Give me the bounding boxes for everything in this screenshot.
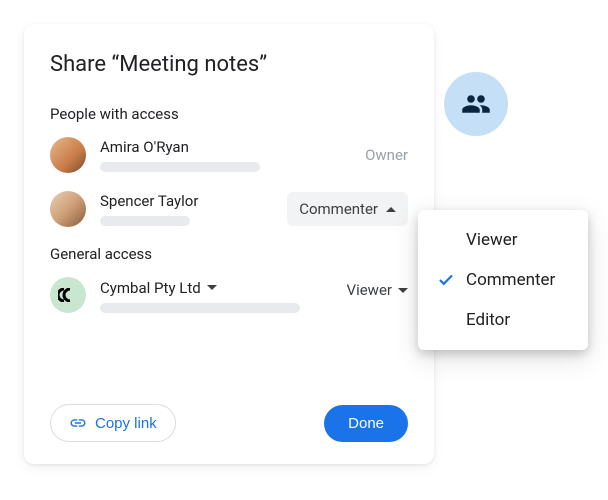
copy-link-button[interactable]: Copy link: [50, 404, 176, 442]
role-menu-item-editor[interactable]: Editor: [418, 300, 588, 340]
person-email-placeholder: [100, 216, 190, 226]
general-role-label: Viewer: [347, 281, 392, 299]
role-dropdown-label: Commenter: [299, 200, 378, 218]
avatar: [50, 137, 86, 173]
check-icon: [436, 271, 456, 289]
org-logo-icon: [58, 288, 78, 302]
person-row: Spencer Taylor Commenter: [50, 191, 408, 227]
dialog-footer: Copy link Done: [50, 404, 408, 442]
menu-item-label: Editor: [466, 310, 510, 330]
menu-item-label: Commenter: [466, 270, 555, 290]
role-menu-item-viewer[interactable]: Viewer: [418, 220, 588, 260]
general-access-row: Cymbal Pty Ltd Viewer: [50, 277, 408, 313]
link-icon: [69, 414, 87, 432]
caret-down-icon: [207, 285, 217, 290]
done-button[interactable]: Done: [324, 405, 408, 442]
role-menu-item-commenter[interactable]: Commenter: [418, 260, 588, 300]
person-name: Spencer Taylor: [100, 192, 287, 210]
people-section-label: People with access: [50, 105, 408, 123]
person-name: Amira O'Ryan: [100, 138, 365, 156]
person-email-placeholder: [100, 162, 260, 172]
general-role-dropdown[interactable]: Viewer: [347, 281, 408, 299]
dialog-title: Share “Meeting notes”: [50, 52, 408, 77]
general-section-label: General access: [50, 245, 408, 263]
people-badge: [444, 72, 508, 136]
copy-link-label: Copy link: [95, 415, 157, 432]
role-menu: Viewer Commenter Editor: [418, 210, 588, 350]
caret-down-icon: [398, 288, 408, 293]
person-info: Spencer Taylor: [100, 192, 287, 226]
people-icon: [461, 89, 491, 119]
person-row: Amira O'Ryan Owner: [50, 137, 408, 173]
role-owner-label: Owner: [365, 146, 408, 164]
org-desc-placeholder: [100, 303, 300, 313]
avatar: [50, 191, 86, 227]
person-info: Amira O'Ryan: [100, 138, 365, 172]
org-name: Cymbal Pty Ltd: [100, 279, 201, 297]
caret-up-icon: [386, 207, 396, 212]
menu-item-label: Viewer: [466, 230, 518, 250]
role-dropdown[interactable]: Commenter: [287, 192, 408, 226]
org-scope-dropdown[interactable]: Cymbal Pty Ltd: [100, 279, 217, 297]
share-dialog: Share “Meeting notes” People with access…: [24, 24, 434, 464]
org-avatar: [50, 277, 86, 313]
